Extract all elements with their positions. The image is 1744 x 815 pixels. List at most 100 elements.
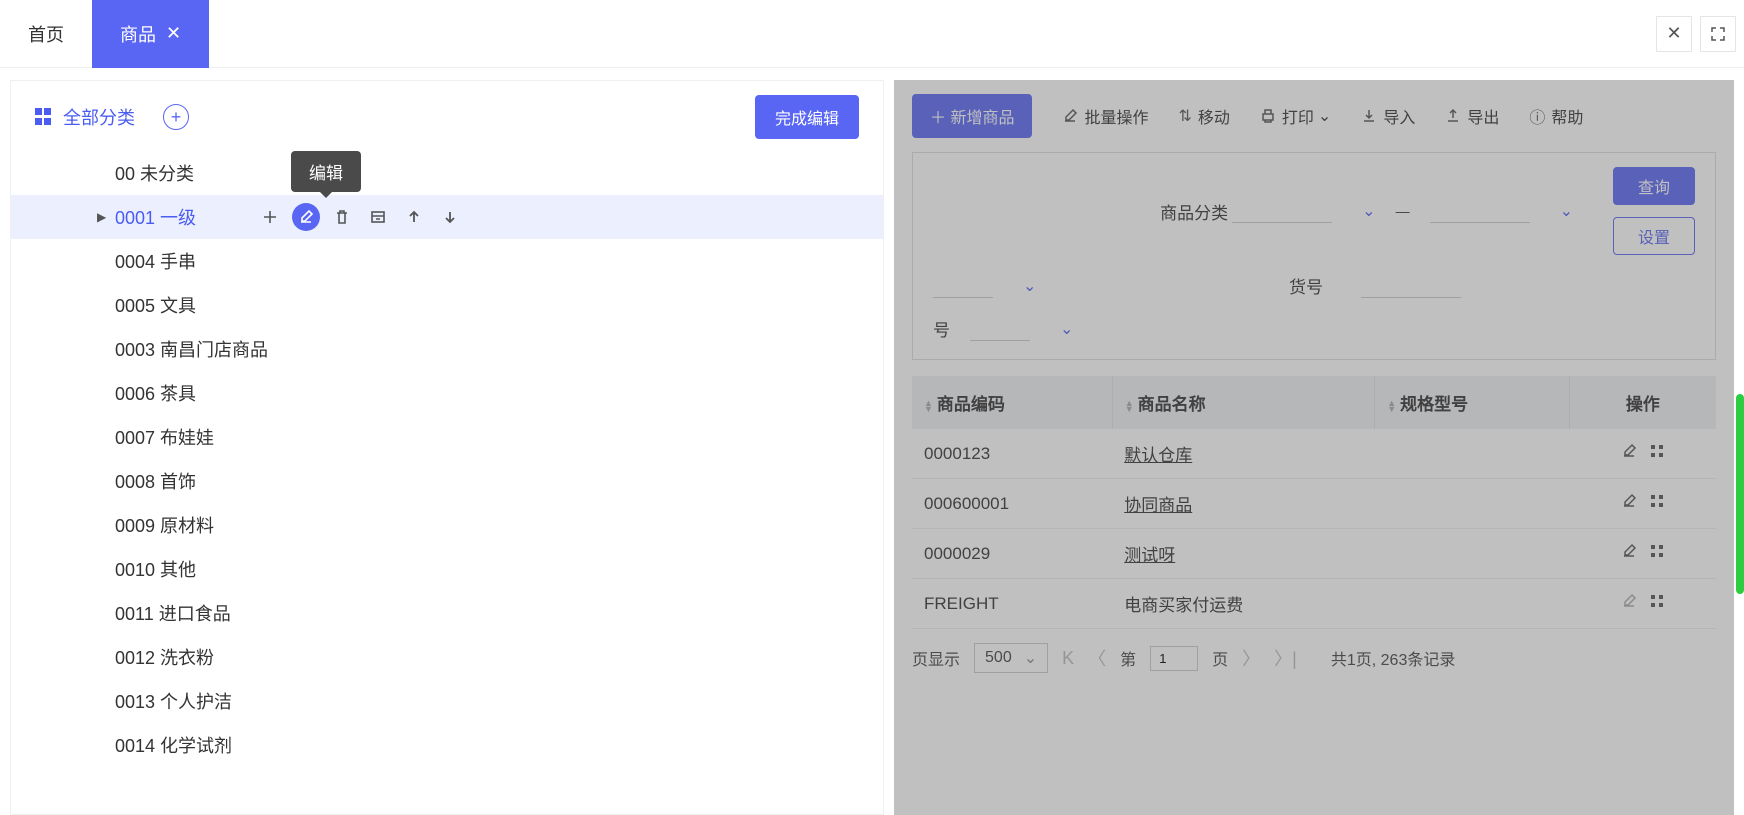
tree-item[interactable]: 0003 南昌门店商品 [11,327,883,371]
toolbar: ＋ 新增商品 批量操作 ⇅移动 打印 ⌄ 导入 [912,94,1716,152]
filter-box: 商品分类 ⌄ — ⌄ 查询 设置 ⌄ [912,152,1716,360]
next-page-button[interactable]: 〉 [1242,645,1260,671]
product-list-panel: ＋ 新增商品 批量操作 ⇅移动 打印 ⌄ 导入 [894,80,1734,815]
tree-item[interactable]: 00 未分类 [11,151,883,195]
all-categories-label: 全部分类 [63,104,135,130]
cell-spec [1375,529,1569,579]
prev-page-button[interactable]: 〈 [1088,645,1106,671]
finish-edit-button[interactable]: 完成编辑 [755,95,859,139]
tree-item[interactable]: 0008 首饰 [11,459,883,503]
category-panel: 全部分类 + 完成编辑 00 未分类 ▶ 0001 一级 [10,80,884,815]
import-button[interactable]: 导入 [1361,104,1415,128]
tree-item[interactable]: 0014 化学试剂 [11,723,883,767]
cell-spec [1375,579,1569,629]
col-code[interactable]: ▲▼商品编码 [912,376,1112,429]
edit-row-icon[interactable] [1621,494,1637,513]
cell-name[interactable]: 测试呀 [1112,529,1374,579]
edit-icon[interactable] [292,203,320,231]
tree-item[interactable] [11,767,883,791]
tree-item-selected[interactable]: ▶ 0001 一级 [11,195,883,239]
filter-sku-label: 货号 [1289,273,1361,298]
product-table: ▲▼商品编码 ▲▼商品名称 ▲▼规格型号 操作 0000123默认仓库00060… [912,376,1716,629]
more-row-icon[interactable] [1649,594,1665,613]
add-category-button[interactable]: + [163,104,189,130]
filter-category-input[interactable] [1232,199,1332,223]
batch-button[interactable]: 批量操作 [1062,104,1148,128]
tree-item[interactable]: 0013 个人护洁 [11,679,883,723]
filter-category-input-to[interactable] [1430,199,1530,223]
tree-item[interactable]: 0011 进口食品 [11,591,883,635]
tree-item[interactable]: 0012 洗衣粉 [11,635,883,679]
query-button[interactable]: 查询 [1613,167,1695,205]
tree-item[interactable]: 0006 茶具 [11,371,883,415]
cell-code: 000600001 [912,479,1112,529]
print-button[interactable]: 打印 ⌄ [1260,104,1331,128]
table-row[interactable]: 0000029测试呀 [912,529,1716,579]
tree-item[interactable]: 0009 原材料 [11,503,883,547]
tree-item[interactable]: 0005 文具 [11,283,883,327]
tooltip: 编辑 [291,151,361,192]
more-row-icon[interactable] [1649,444,1665,463]
last-page-button[interactable]: 〉| [1274,645,1297,671]
table-row[interactable]: FREIGHT电商买家付运费 [912,579,1716,629]
tree-item[interactable]: 0007 布娃娃 [11,415,883,459]
tree-item[interactable]: 0010 其他 [11,547,883,591]
feedback-accent[interactable] [1736,394,1744,594]
table-row[interactable]: 000600001协同商品 [912,479,1716,529]
page-number-input[interactable] [1150,646,1198,671]
chevron-down-icon[interactable]: ⌄ [1060,319,1073,339]
sort-icon[interactable]: ▲▼ [924,400,933,412]
edit-row-icon[interactable] [1621,594,1637,613]
caret-right-icon[interactable]: ▶ [97,210,106,224]
chevron-down-icon[interactable]: ⌄ [1023,276,1036,296]
edit-row-icon[interactable] [1621,544,1637,563]
page-suffix: 页 [1212,646,1228,670]
col-name[interactable]: ▲▼商品名称 [1112,376,1374,429]
sort-icon[interactable]: ▲▼ [1125,400,1134,412]
table-row[interactable]: 0000123默认仓库 [912,429,1716,479]
first-page-button[interactable]: K [1062,648,1074,669]
col-spec[interactable]: ▲▼规格型号 [1375,376,1569,429]
tab-home[interactable]: 首页 [0,0,92,68]
col-ops: 操作 [1569,376,1716,429]
export-button[interactable]: 导出 [1445,104,1499,128]
chevron-down-icon[interactable]: ⌄ [1362,201,1375,221]
move-down-icon[interactable] [436,203,464,231]
tab-products[interactable]: 商品 ✕ [92,0,209,68]
cell-code: 0000029 [912,529,1112,579]
cell-ops [1569,479,1716,529]
chevron-down-icon[interactable]: ⌄ [1560,201,1573,221]
per-page-label: 页显示 [912,646,960,670]
more-row-icon[interactable] [1649,544,1665,563]
more-row-icon[interactable] [1649,494,1665,513]
filter-sku-input[interactable] [1361,274,1461,298]
sort-icon[interactable]: ▲▼ [1387,400,1396,412]
move-up-icon[interactable] [400,203,428,231]
delete-icon[interactable] [328,203,356,231]
filter-unknown-input-2[interactable] [970,317,1030,341]
move-button[interactable]: ⇅移动 [1178,104,1229,128]
per-page-select[interactable]: 500 ⌄ [974,643,1048,673]
tree-item[interactable]: 0004 手串 [11,239,883,283]
page-prefix: 第 [1120,646,1136,670]
cell-name[interactable]: 协同商品 [1112,479,1374,529]
pager-summary: 共1页, 263条记录 [1331,646,1456,670]
add-child-icon[interactable] [256,203,284,231]
chevron-down-icon: ⌄ [1024,648,1037,668]
close-icon[interactable]: ✕ [166,23,181,44]
close-all-button[interactable]: ✕ [1656,16,1692,52]
filter-unknown-input-1[interactable] [933,274,993,298]
all-categories-link[interactable]: 全部分类 [35,104,135,130]
cell-name: 电商买家付运费 [1112,579,1374,629]
help-button[interactable]: ⓘ帮助 [1529,104,1583,128]
edit-row-icon[interactable] [1621,444,1637,463]
archive-icon[interactable] [364,203,392,231]
cell-name[interactable]: 默认仓库 [1112,429,1374,479]
category-tree[interactable]: 00 未分类 ▶ 0001 一级 [11,151,883,791]
cell-spec [1375,479,1569,529]
add-product-button[interactable]: ＋ 新增商品 [912,94,1032,138]
fullscreen-button[interactable] [1700,16,1736,52]
pager: 页显示 500 ⌄ K 〈 第 页 〉 〉| 共1页, 263条记录 [912,629,1716,687]
settings-button[interactable]: 设置 [1613,217,1695,255]
tab-products-label: 商品 [120,21,156,47]
